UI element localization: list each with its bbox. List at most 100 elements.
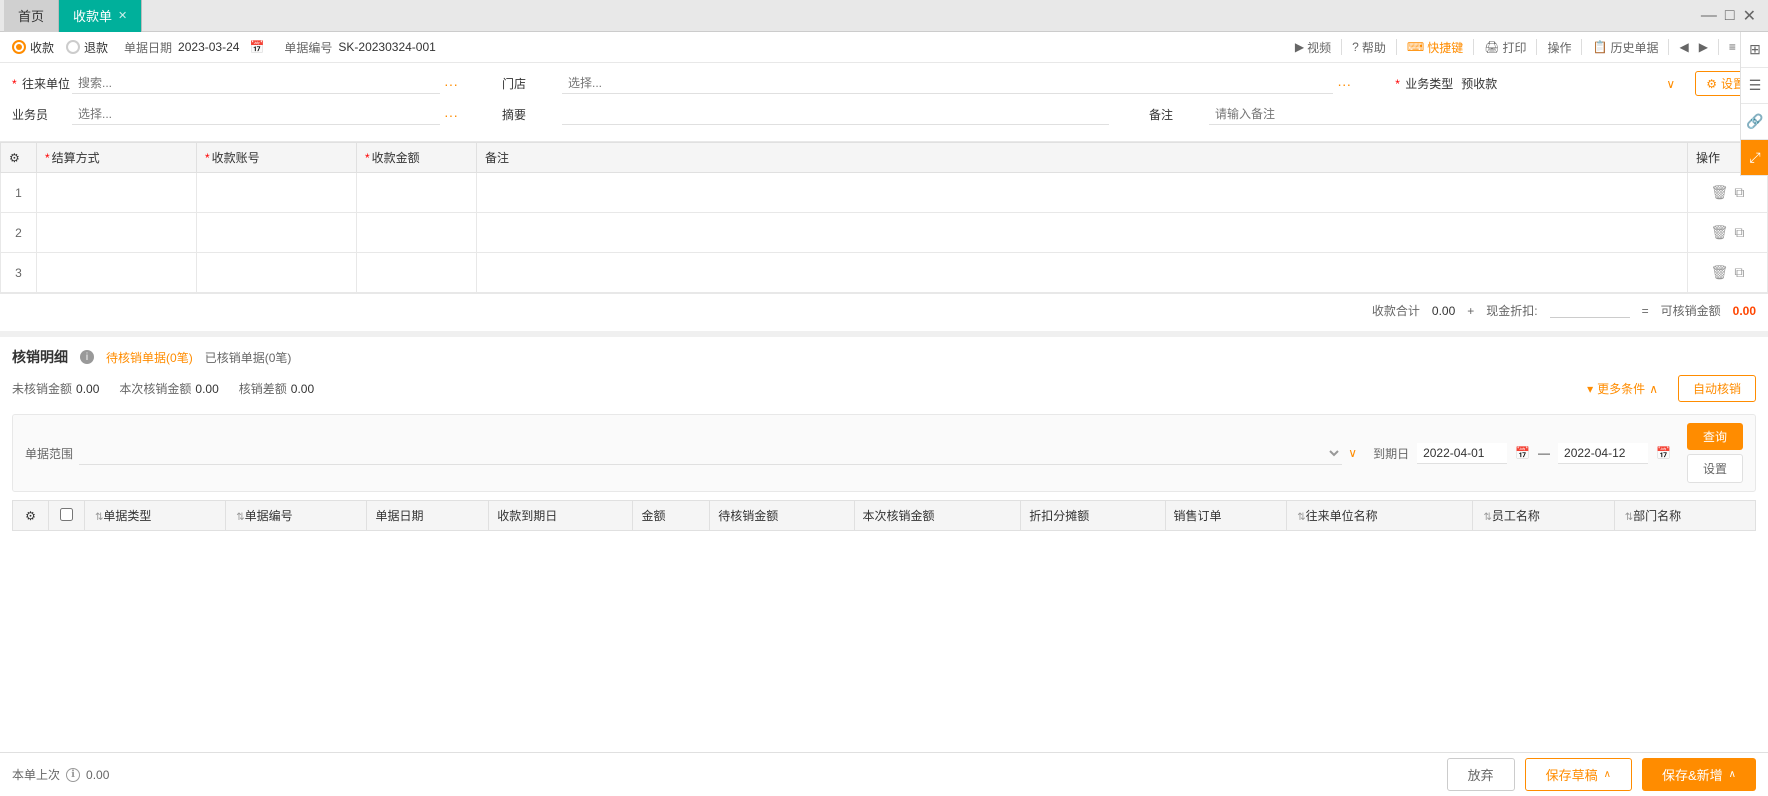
calendar-icon[interactable]: 📅 bbox=[245, 38, 268, 56]
close-button[interactable]: ✕ bbox=[1743, 6, 1756, 26]
diff-value: 0.00 bbox=[291, 382, 314, 396]
chevron-up-icon: ∧ bbox=[1649, 382, 1658, 396]
note-cell-3[interactable] bbox=[477, 253, 1688, 293]
next-btn[interactable]: ▶ bbox=[1699, 40, 1708, 54]
store-input[interactable] bbox=[562, 73, 1333, 94]
counterparty-more-btn[interactable]: ··· bbox=[440, 76, 462, 92]
sidebar-link-icon[interactable]: 🔗 bbox=[1741, 104, 1768, 140]
operate-btn[interactable]: 操作 bbox=[1547, 39, 1571, 56]
tab-close-icon[interactable]: ✕ bbox=[118, 9, 127, 22]
amount-cell-2[interactable] bbox=[357, 213, 477, 253]
amount-cell-3[interactable] bbox=[357, 253, 477, 293]
verify-info-icon[interactable]: i bbox=[80, 350, 94, 364]
note-cell-1[interactable] bbox=[477, 173, 1688, 213]
divider2 bbox=[1396, 39, 1397, 55]
date-from-input[interactable] bbox=[1417, 443, 1507, 464]
this-doc-value: 0.00 bbox=[86, 768, 109, 782]
staff-name-header: ⇅员工名称 bbox=[1473, 501, 1614, 531]
counterparty-name-header: ⇅往来单位名称 bbox=[1287, 501, 1473, 531]
bottom-table-settings-header[interactable]: ⚙ bbox=[13, 501, 49, 531]
help-btn[interactable]: ? 帮助 bbox=[1352, 39, 1386, 56]
store-more-btn[interactable]: ··· bbox=[1333, 76, 1355, 92]
copy-icon-2[interactable]: ⧉ bbox=[1734, 224, 1744, 241]
amount-cell-1[interactable] bbox=[357, 173, 477, 213]
filter-settings-button[interactable]: 设置 bbox=[1687, 454, 1743, 483]
tab-receipt-label: 收款单 bbox=[73, 6, 112, 25]
staff-label: 业务员 bbox=[12, 106, 72, 123]
refund-radio-dot bbox=[66, 40, 80, 54]
account-cell-2[interactable] bbox=[197, 213, 357, 253]
this-doc-label: 本单上次 bbox=[12, 766, 60, 783]
query-button[interactable]: 查询 bbox=[1687, 423, 1743, 450]
doc-number-value[interactable]: SK-20230324-001 bbox=[338, 40, 435, 54]
sidebar-table-icon[interactable]: ⊞ bbox=[1741, 32, 1768, 68]
save-new-button[interactable]: 保存&新增 ∧ bbox=[1642, 758, 1756, 791]
pending-tab[interactable]: 待核销单据(0笔) bbox=[106, 349, 193, 366]
date-to-input[interactable] bbox=[1558, 443, 1648, 464]
business-type-value[interactable]: 预收款 bbox=[1455, 72, 1666, 95]
refund-radio[interactable]: 退款 bbox=[66, 39, 108, 56]
shortcut-btn[interactable]: ⌨ 快捷键 bbox=[1407, 39, 1463, 56]
save-draft-button[interactable]: 保存草稿 ∧ bbox=[1525, 758, 1632, 791]
delete-icon-1[interactable]: 🗑 bbox=[1711, 184, 1729, 201]
copy-icon-3[interactable]: ⧉ bbox=[1734, 264, 1744, 281]
abandon-button[interactable]: 放弃 bbox=[1447, 758, 1515, 791]
counterparty-input[interactable] bbox=[72, 73, 440, 94]
video-btn[interactable]: ▶ 视频 bbox=[1295, 39, 1331, 56]
copy-icon-1[interactable]: ⧉ bbox=[1734, 184, 1744, 201]
print-btn[interactable]: 🖨 打印 bbox=[1484, 39, 1526, 56]
settlement-cell-1[interactable] bbox=[37, 173, 197, 213]
calendar-to-icon[interactable]: 📅 bbox=[1656, 446, 1671, 460]
date-label: 单据日期 bbox=[124, 39, 172, 56]
select-all-checkbox[interactable] bbox=[60, 508, 73, 521]
range-select[interactable] bbox=[79, 442, 1342, 465]
sidebar-screen-icon[interactable]: ⤢ bbox=[1741, 140, 1768, 176]
receipt-radio[interactable]: 收款 bbox=[12, 39, 54, 56]
sort-icon[interactable]: ⇅ bbox=[95, 512, 103, 523]
bottom-table-checkbox-header[interactable] bbox=[49, 501, 85, 531]
sidebar-list-icon[interactable]: ☰ bbox=[1741, 68, 1768, 104]
note-cell-2[interactable] bbox=[477, 213, 1688, 253]
calendar-from-icon[interactable]: 📅 bbox=[1515, 446, 1530, 460]
row-num-1: 1 bbox=[1, 173, 37, 213]
history-btn[interactable]: 📋 历史单据 bbox=[1592, 39, 1658, 56]
account-cell-3[interactable] bbox=[197, 253, 357, 293]
range-dropdown-icon[interactable]: ∨ bbox=[1348, 446, 1357, 460]
more-conditions-btn[interactable]: ▾ 更多条件 ∧ bbox=[1587, 380, 1658, 397]
current-verify-item: 本次核销金额 0.00 bbox=[119, 380, 218, 397]
divider5 bbox=[1581, 39, 1582, 55]
note-label: 备注 bbox=[1149, 106, 1209, 123]
staff-input[interactable] bbox=[72, 104, 440, 125]
settlement-cell-2[interactable] bbox=[37, 213, 197, 253]
minimize-button[interactable]: — bbox=[1701, 7, 1717, 25]
discount-input[interactable] bbox=[1550, 303, 1630, 318]
tab-receipt[interactable]: 收款单 ✕ bbox=[59, 0, 142, 32]
sort-icon5[interactable]: ⇅ bbox=[1625, 512, 1633, 523]
list-view-btn[interactable]: ≡ bbox=[1729, 40, 1736, 54]
delete-icon-2[interactable]: 🗑 bbox=[1711, 224, 1729, 241]
staff-more-btn[interactable]: ··· bbox=[440, 107, 462, 123]
table-row: 1 🗑 ⧉ bbox=[1, 173, 1768, 213]
date-value[interactable]: 2023-03-24 bbox=[178, 40, 239, 54]
summary-input[interactable] bbox=[562, 104, 1109, 125]
receipt-radio-label: 收款 bbox=[30, 39, 54, 56]
print-icon: 🖨 bbox=[1484, 40, 1499, 54]
settlement-cell-3[interactable] bbox=[37, 253, 197, 293]
verify-title: 核销明细 bbox=[12, 347, 68, 367]
account-cell-1[interactable] bbox=[197, 173, 357, 213]
sort-icon4[interactable]: ⇅ bbox=[1483, 512, 1491, 523]
auto-verify-button[interactable]: 自动核销 bbox=[1678, 375, 1756, 402]
divider6 bbox=[1668, 39, 1669, 55]
delete-icon-3[interactable]: 🗑 bbox=[1711, 264, 1729, 281]
footer-info-icon[interactable]: ℹ bbox=[66, 768, 80, 782]
prev-btn[interactable]: ◀ bbox=[1679, 40, 1688, 54]
pending-amount-header: 待核销金额 bbox=[710, 501, 854, 531]
sort-icon2[interactable]: ⇅ bbox=[236, 512, 244, 523]
verified-tab[interactable]: 已核销单据(0笔) bbox=[205, 349, 292, 366]
table-settings-header[interactable]: ⚙ bbox=[1, 143, 37, 173]
maximize-button[interactable]: □ bbox=[1725, 7, 1735, 25]
note-input[interactable] bbox=[1209, 104, 1756, 125]
tab-home[interactable]: 首页 bbox=[4, 0, 59, 32]
business-type-dropdown-icon[interactable]: ∨ bbox=[1666, 77, 1675, 91]
sort-icon3[interactable]: ⇅ bbox=[1297, 512, 1305, 523]
